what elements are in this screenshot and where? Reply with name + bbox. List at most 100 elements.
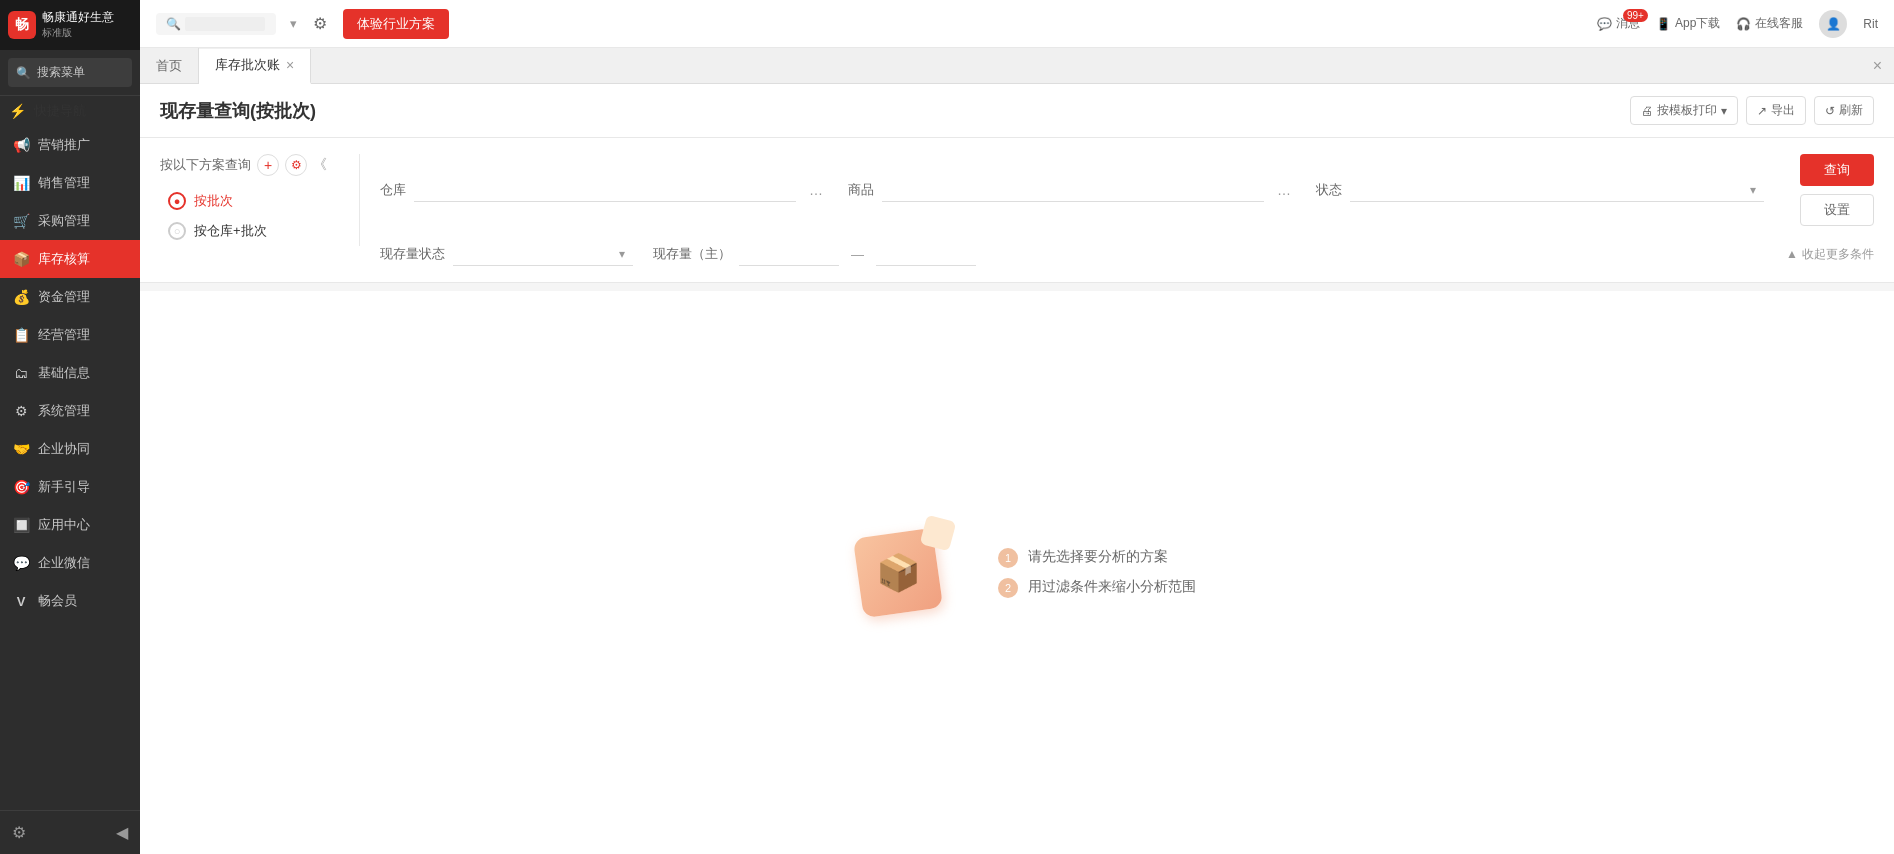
search-icon: 🔍 bbox=[16, 66, 31, 80]
sidebar-item-purchase[interactable]: 🛒 采购管理 bbox=[0, 202, 140, 240]
sidebar-item-newbie[interactable]: 🎯 新手引导 bbox=[0, 468, 140, 506]
page-header: 现存量查询(按批次) 🖨 按模板打印 ▾ ↗ 导出 ↺ 刷新 bbox=[140, 84, 1894, 138]
user-avatar: 👤 bbox=[1819, 10, 1847, 38]
topbar-search[interactable]: 🔍 bbox=[156, 13, 276, 35]
sidebar-header: 畅 畅康通好生意 标准版 bbox=[0, 0, 140, 50]
empty-state: 📦 1 请先选择要分析的方案 2 用过滤条件来缩小分析范围 bbox=[140, 291, 1894, 854]
experience-button[interactable]: 体验行业方案 bbox=[343, 9, 449, 39]
filter-panel: 按以下方案查询 + ⚙ 《 ● 按批次 ○ bbox=[140, 138, 1894, 283]
operations-icon: 📋 bbox=[12, 326, 30, 344]
sidebar-item-inventory[interactable]: 📦 库存核算 bbox=[0, 240, 140, 278]
message-icon: 💬 bbox=[1597, 17, 1612, 31]
scheme-warehouse-icon: ○ bbox=[168, 222, 186, 240]
filter-actions: 查询 设置 bbox=[1784, 154, 1874, 226]
inventory-qty-to-input[interactable] bbox=[876, 242, 976, 266]
sidebar-item-marketing[interactable]: 📢 营销推广 bbox=[0, 126, 140, 164]
messages-badge: 99+ bbox=[1623, 9, 1648, 22]
refresh-icon: ↺ bbox=[1825, 104, 1835, 118]
sidebar-item-system[interactable]: ⚙ 系统管理 bbox=[0, 392, 140, 430]
filter-fields-row-2: 现存量状态 ▾ 现存量（主） — bbox=[380, 238, 1874, 266]
settings-icon: ⚙ bbox=[12, 824, 26, 841]
add-scheme-button[interactable]: + bbox=[257, 154, 279, 176]
marketing-icon: 📢 bbox=[12, 136, 30, 154]
filter-field-status: 状态 ▾ bbox=[1316, 179, 1764, 202]
gear-icon: ⚙ bbox=[313, 15, 327, 32]
refresh-button[interactable]: ↺ 刷新 bbox=[1814, 96, 1874, 125]
page-header-actions: 🖨 按模板打印 ▾ ↗ 导出 ↺ 刷新 bbox=[1630, 96, 1874, 125]
query-button[interactable]: 查询 bbox=[1800, 154, 1874, 186]
app-version: 标准版 bbox=[42, 26, 114, 40]
avatar-icon: 👤 bbox=[1826, 17, 1841, 31]
sidebar-search-button[interactable]: 🔍 搜索菜单 bbox=[8, 58, 132, 87]
basic-icon: 🗂 bbox=[12, 364, 30, 382]
print-icon: 🖨 bbox=[1641, 104, 1653, 118]
tip-number-1: 1 bbox=[998, 548, 1018, 568]
scheme-list: ● 按批次 ○ 按仓库+批次 bbox=[160, 186, 347, 246]
sidebar-item-member[interactable]: V 畅会员 bbox=[0, 582, 140, 620]
sidebar-item-finance[interactable]: 💰 资金管理 bbox=[0, 278, 140, 316]
sidebar-item-quicknav[interactable]: ⚡ 快捷导航 bbox=[0, 96, 140, 126]
inventory-qty-from-input[interactable] bbox=[739, 242, 839, 266]
username-label[interactable]: Rit bbox=[1863, 17, 1878, 31]
warehouse-more-button[interactable]: … bbox=[804, 178, 828, 202]
collapse-more-button[interactable]: ▲ 收起更多条件 bbox=[1786, 246, 1874, 263]
sidebar-item-sales[interactable]: 📊 销售管理 bbox=[0, 164, 140, 202]
purchase-icon: 🛒 bbox=[12, 212, 30, 230]
status-select-arrow: ▾ bbox=[1750, 183, 1756, 197]
print-template-button[interactable]: 🖨 按模板打印 ▾ bbox=[1630, 96, 1738, 125]
topbar-dropdown-arrow[interactable]: ▾ bbox=[290, 16, 297, 31]
tab-home[interactable]: 首页 bbox=[140, 48, 199, 83]
filter-fields: 仓库 … 商品 … 状态 bbox=[360, 154, 1874, 266]
tabbar-close-all-button[interactable]: × bbox=[1861, 57, 1894, 75]
sidebar-settings-button[interactable]: ⚙ bbox=[8, 819, 30, 846]
online-service-button[interactable]: 🎧 在线客服 bbox=[1736, 15, 1803, 32]
sidebar-item-basic[interactable]: 🗂 基础信息 bbox=[0, 354, 140, 392]
sidebar-bottom: ⚙ ◀ bbox=[0, 810, 140, 854]
empty-tips: 1 请先选择要分析的方案 2 用过滤条件来缩小分析范围 bbox=[998, 548, 1196, 598]
tab-inventory-batch-label: 库存批次账 bbox=[215, 56, 280, 74]
sidebar-nav: ⚡ 快捷导航 📢 营销推广 📊 销售管理 🛒 采购管理 📦 库存核算 💰 资金管… bbox=[0, 96, 140, 810]
messages-button[interactable]: 💬 消息 99+ bbox=[1597, 15, 1640, 32]
tab-inventory-batch[interactable]: 库存批次账 × bbox=[199, 49, 311, 84]
topbar-search-icon: 🔍 bbox=[166, 17, 181, 31]
warehouse-input[interactable] bbox=[414, 178, 796, 202]
export-icon: ↗ bbox=[1757, 104, 1767, 118]
collapse-icon: ◀ bbox=[116, 824, 128, 841]
product-input[interactable] bbox=[882, 178, 1264, 202]
sidebar: 畅 畅康通好生意 标准版 🔍 搜索菜单 ⚡ 快捷导航 📢 营销推广 📊 销售管理… bbox=[0, 0, 140, 854]
product-label: 商品 bbox=[848, 181, 874, 199]
scheme-item-warehouse-batch[interactable]: ○ 按仓库+批次 bbox=[160, 216, 347, 246]
sidebar-item-wechat[interactable]: 💬 企业微信 bbox=[0, 544, 140, 582]
tab-inventory-batch-close[interactable]: × bbox=[286, 57, 294, 73]
enterprise-icon: 🤝 bbox=[12, 440, 30, 458]
headset-icon: 🎧 bbox=[1736, 17, 1751, 31]
status-select[interactable]: ▾ bbox=[1350, 179, 1764, 202]
sidebar-item-operations[interactable]: 📋 经营管理 bbox=[0, 316, 140, 354]
filter-scheme-title: 按以下方案查询 + ⚙ 《 bbox=[160, 154, 347, 176]
product-more-button[interactable]: … bbox=[1272, 178, 1296, 202]
main-area: 🔍 ▾ ⚙ 体验行业方案 💬 消息 99+ 📱 App下载 🎧 在线客服 👤 bbox=[140, 0, 1894, 854]
tab-home-label: 首页 bbox=[156, 57, 182, 75]
sales-icon: 📊 bbox=[12, 174, 30, 192]
scheme-item-batch[interactable]: ● 按批次 bbox=[160, 186, 347, 216]
finance-icon: 💰 bbox=[12, 288, 30, 306]
filter-settings-button[interactable]: 设置 bbox=[1800, 194, 1874, 226]
filter-field-inventory-status: 现存量状态 ▾ bbox=[380, 243, 633, 266]
export-button[interactable]: ↗ 导出 bbox=[1746, 96, 1806, 125]
filter-fields-row-1: 仓库 … 商品 … 状态 bbox=[380, 154, 1874, 226]
sidebar-item-apps[interactable]: 🔲 应用中心 bbox=[0, 506, 140, 544]
settings-scheme-button[interactable]: ⚙ bbox=[285, 154, 307, 176]
member-icon: V bbox=[12, 592, 30, 610]
scheme-collapse-button[interactable]: 《 bbox=[313, 156, 327, 174]
sidebar-collapse-button[interactable]: ◀ bbox=[112, 819, 132, 846]
topbar-right: 💬 消息 99+ 📱 App下载 🎧 在线客服 👤 Rit bbox=[1597, 10, 1878, 38]
sidebar-item-enterprise[interactable]: 🤝 企业协同 bbox=[0, 430, 140, 468]
app-download-button[interactable]: 📱 App下载 bbox=[1656, 15, 1720, 32]
newbie-icon: 🎯 bbox=[12, 478, 30, 496]
apps-icon: 🔲 bbox=[12, 516, 30, 534]
topbar-settings-button[interactable]: ⚙ bbox=[309, 10, 331, 37]
inventory-status-select[interactable]: ▾ bbox=[453, 243, 633, 266]
status-label: 状态 bbox=[1316, 181, 1342, 199]
topbar: 🔍 ▾ ⚙ 体验行业方案 💬 消息 99+ 📱 App下载 🎧 在线客服 👤 bbox=[140, 0, 1894, 48]
filter-row: 按以下方案查询 + ⚙ 《 ● 按批次 ○ bbox=[160, 154, 1874, 266]
